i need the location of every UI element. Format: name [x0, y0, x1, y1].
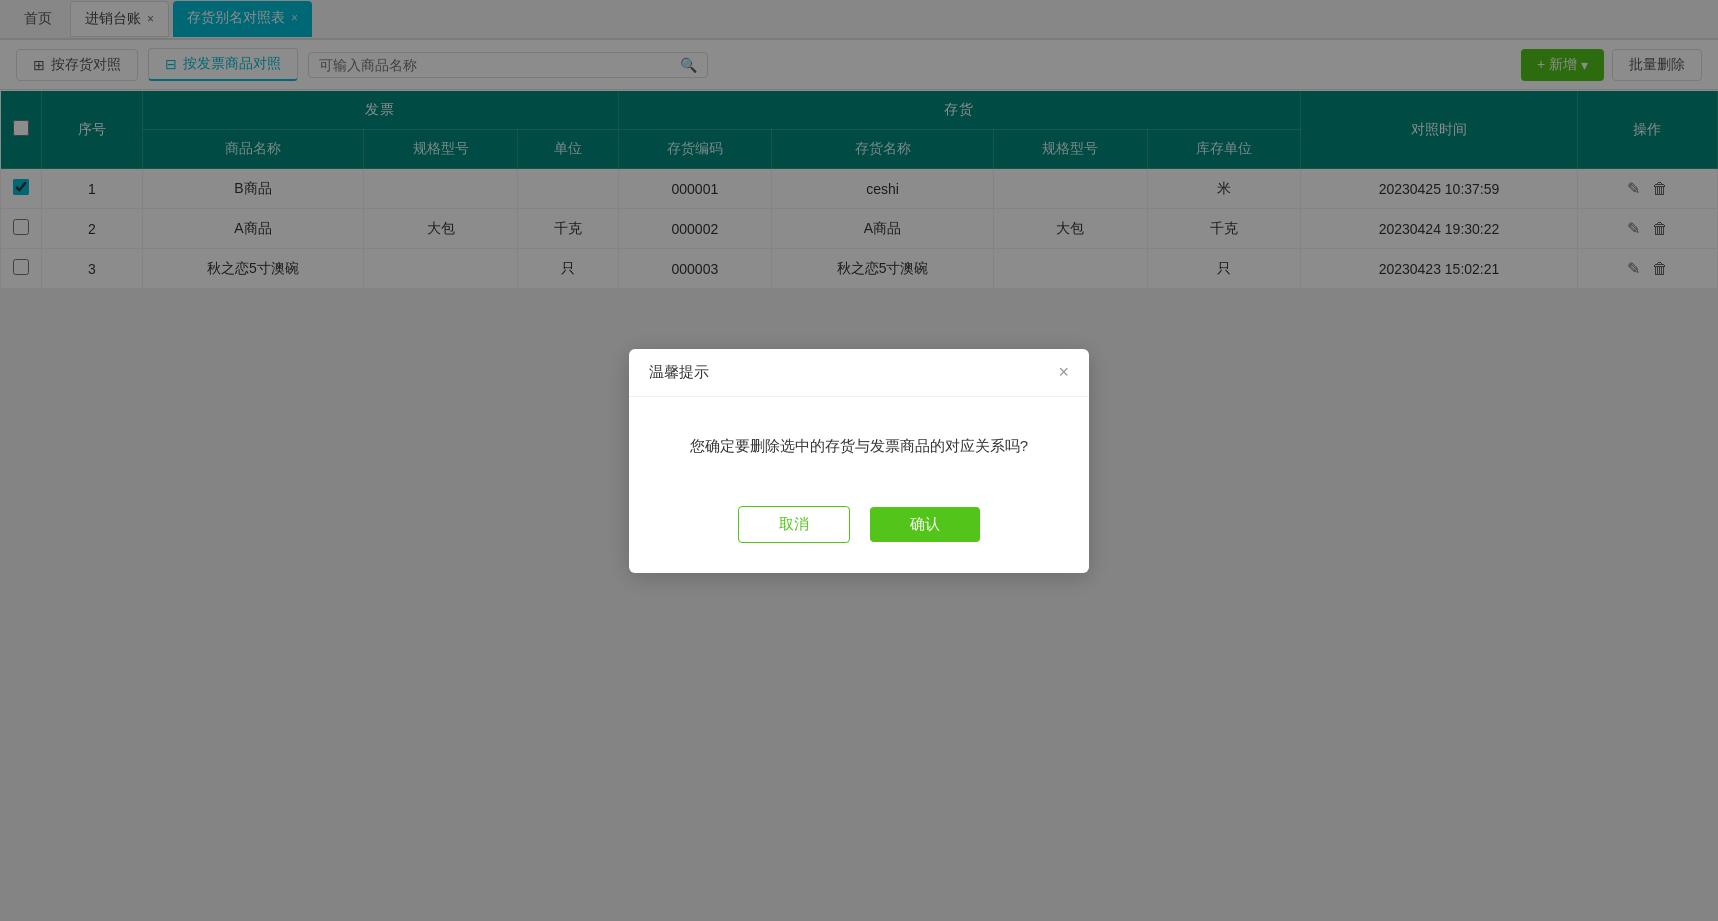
dialog-overlay: 温馨提示 × 您确定要删除选中的存货与发票商品的对应关系吗? 取消 确认: [0, 0, 1718, 289]
